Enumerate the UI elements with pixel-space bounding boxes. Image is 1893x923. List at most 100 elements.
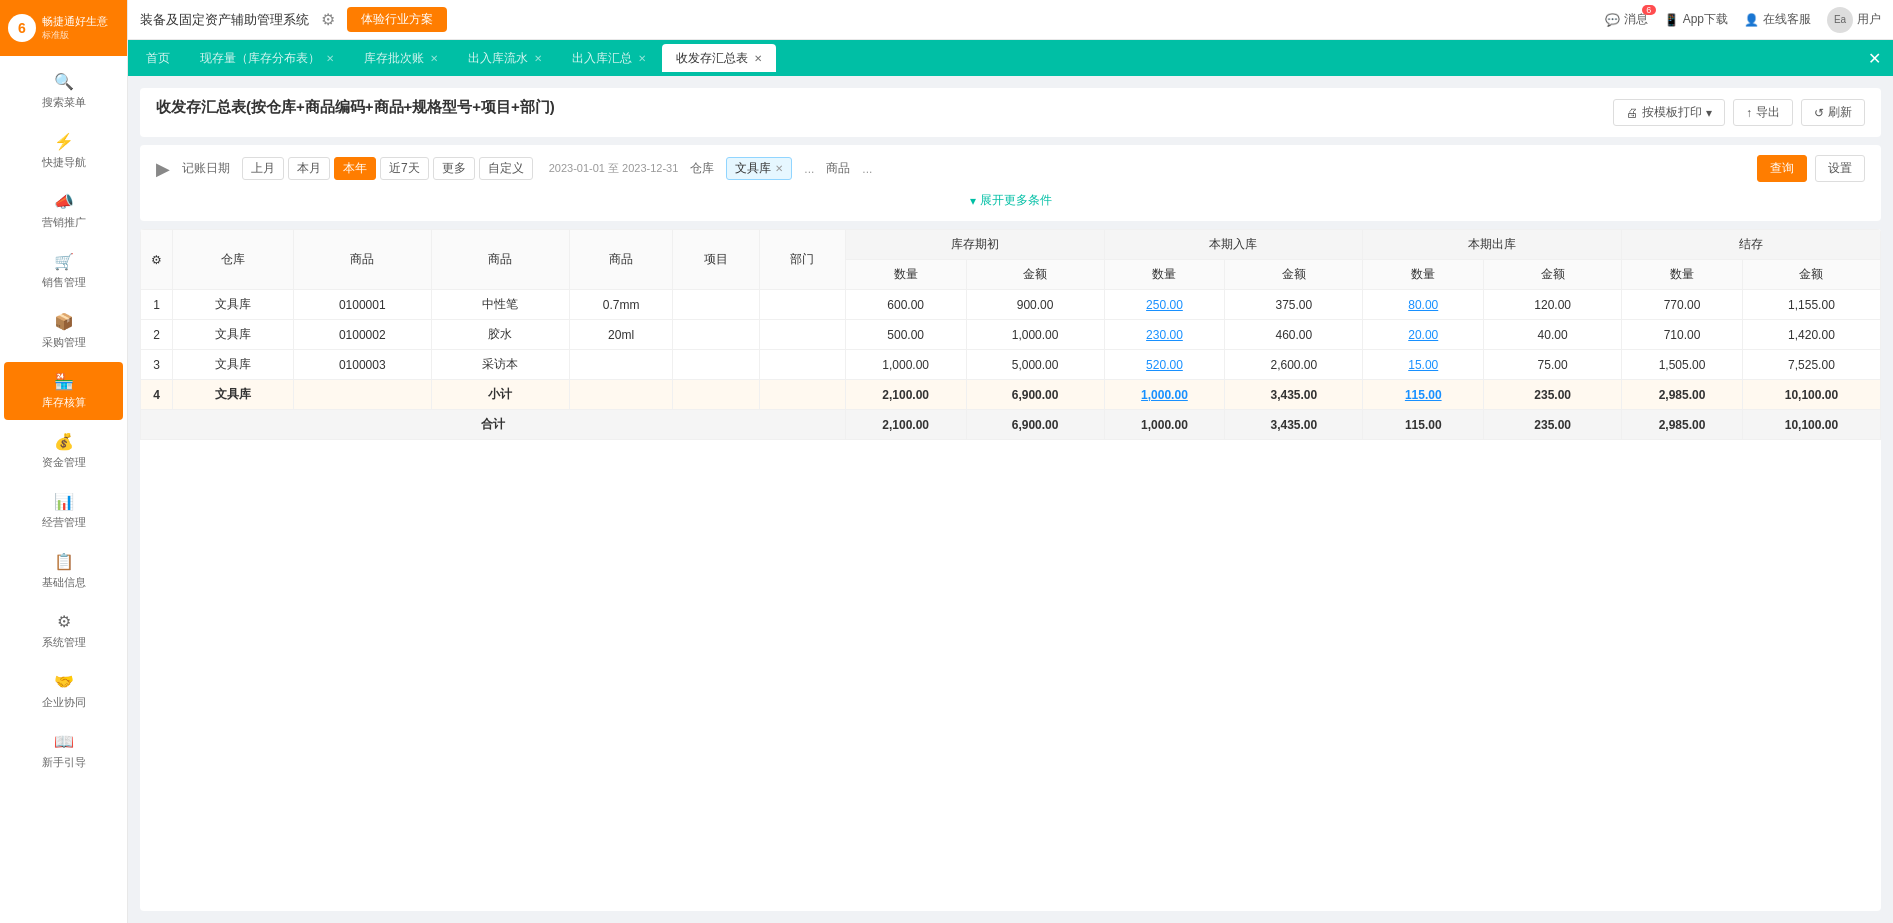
sidebar-item-9[interactable]: ⚙系统管理 <box>4 602 123 660</box>
print-button[interactable]: 🖨 按模板打印 ▾ <box>1613 99 1725 126</box>
export-button[interactable]: ↑ 导出 <box>1733 99 1793 126</box>
logo-badge: 标准版 <box>42 29 108 42</box>
tab-inout-flow[interactable]: 出入库流水 ✕ <box>454 44 556 72</box>
page-header-row: 收发存汇总表(按仓库+商品编码+商品+规格型号+项目+部门) 🖨 按模板打印 ▾… <box>140 88 1881 137</box>
sidebar-item-5[interactable]: 🏪库存核算 <box>4 362 123 420</box>
col-opening-qty: 数量 <box>845 260 966 290</box>
sidebar-item-3[interactable]: 🛒销售管理 <box>4 242 123 300</box>
export-icon: ↑ <box>1746 106 1752 120</box>
topbar: 装备及固定资产辅助管理系统 ⚙ 体验行业方案 💬 消息 6 📱 App下载 👤 … <box>128 0 1893 40</box>
warehouse-tag-close[interactable]: ✕ <box>775 163 783 174</box>
sidebar-item-1[interactable]: ⚡快捷导航 <box>4 122 123 180</box>
cell-in-qty-1[interactable]: 230.00 <box>1104 320 1225 350</box>
print-label: 按模板打印 <box>1642 104 1702 121</box>
cell-spec-2 <box>569 350 673 380</box>
cell-in-qty-0[interactable]: 250.00 <box>1104 290 1225 320</box>
cell-out-qty-1[interactable]: 20.00 <box>1363 320 1484 350</box>
date-group: 上月 本月 本年 近7天 更多 自定义 <box>242 157 533 180</box>
sidebar-item-8[interactable]: 📋基础信息 <box>4 542 123 600</box>
cell-in-qty-3[interactable]: 1,000.00 <box>1104 380 1225 410</box>
filter-expand-arrow[interactable]: ▶ <box>156 158 170 180</box>
cell-out-amt-3: 235.00 <box>1484 380 1622 410</box>
sidebar-item-7[interactable]: 📊经营管理 <box>4 482 123 540</box>
cell-project-0 <box>673 290 759 320</box>
tab-recv-send-summary[interactable]: 收发存汇总表 ✕ <box>662 44 776 72</box>
date-btn-more[interactable]: 更多 <box>433 157 475 180</box>
cell-balance-qty-0: 770.00 <box>1622 290 1743 320</box>
query-button[interactable]: 查询 <box>1757 155 1807 182</box>
app-download-label: App下载 <box>1683 11 1728 28</box>
cell-out-amt-1: 40.00 <box>1484 320 1622 350</box>
expand-icon: ▾ <box>970 194 976 208</box>
app-download-item[interactable]: 📱 App下载 <box>1664 11 1728 28</box>
col-dept-header: 部门 <box>759 230 845 290</box>
data-table: ⚙ 仓库 商品 商品 商品 项目 部门 库存期初 本期入库 本期出库 结存 数量 <box>140 229 1881 440</box>
user-item[interactable]: Ea 用户 <box>1827 7 1881 33</box>
tab-inout-flow-label: 出入库流水 <box>468 50 528 67</box>
cell-out-qty-2[interactable]: 15.00 <box>1363 350 1484 380</box>
tab-batch-label: 库存批次账 <box>364 50 424 67</box>
cell-code-2: 0100003 <box>293 350 431 380</box>
tab-inout-summary[interactable]: 出入库汇总 ✕ <box>558 44 660 72</box>
col-spec-header: 商品 <box>569 230 673 290</box>
col-in-qty: 数量 <box>1104 260 1225 290</box>
date-btn-this-year[interactable]: 本年 <box>334 157 376 180</box>
cell-name-1: 胶水 <box>431 320 569 350</box>
experience-button[interactable]: 体验行业方案 <box>347 7 447 32</box>
cell-out-qty-0[interactable]: 80.00 <box>1363 290 1484 320</box>
sidebar-item-2[interactable]: 📣营销推广 <box>4 182 123 240</box>
date-btn-7days[interactable]: 近7天 <box>380 157 429 180</box>
tab-stock-dist[interactable]: 现存量（库存分布表） ✕ <box>186 44 348 72</box>
col-opening-amt: 金额 <box>966 260 1104 290</box>
cell-project-1 <box>673 320 759 350</box>
tab-batch[interactable]: 库存批次账 ✕ <box>350 44 452 72</box>
sidebar-item-0[interactable]: 🔍搜索菜单 <box>4 62 123 120</box>
cell-in-amt-0: 375.00 <box>1225 290 1363 320</box>
tab-stock-dist-close[interactable]: ✕ <box>326 53 334 64</box>
table-area: ⚙ 仓库 商品 商品 商品 项目 部门 库存期初 本期入库 本期出库 结存 数量 <box>140 229 1881 911</box>
tab-batch-close[interactable]: ✕ <box>430 53 438 64</box>
cell-num-0: 1 <box>141 290 173 320</box>
table-footer: 合计 2,100.00 6,900.00 1,000.00 3,435.00 1… <box>141 410 1881 440</box>
goods-more[interactable]: ... <box>862 162 872 176</box>
tab-recv-send-summary-close[interactable]: ✕ <box>754 53 762 64</box>
col-project-header: 项目 <box>673 230 759 290</box>
cell-code-1: 0100002 <box>293 320 431 350</box>
sidebar-item-6[interactable]: 💰资金管理 <box>4 422 123 480</box>
footer-out-amt: 235.00 <box>1484 410 1622 440</box>
notification-count: 6 <box>1642 5 1656 15</box>
tab-inout-flow-close[interactable]: ✕ <box>534 53 542 64</box>
expand-conditions-button[interactable]: ▾ 展开更多条件 <box>962 190 1060 211</box>
tab-inout-summary-close[interactable]: ✕ <box>638 53 646 64</box>
col-out-qty: 数量 <box>1363 260 1484 290</box>
cell-opening-qty-3: 2,100.00 <box>845 380 966 410</box>
tabbar-close-icon[interactable]: ✕ <box>1860 49 1889 68</box>
sidebar-item-4[interactable]: 📦采购管理 <box>4 302 123 360</box>
sidebar-logo: 6 畅捷通好生意 标准版 <box>0 0 127 56</box>
settings-icon[interactable]: ⚙ <box>321 10 335 29</box>
print-icon: 🖨 <box>1626 106 1638 120</box>
cell-balance-amt-0: 1,155.00 <box>1742 290 1880 320</box>
notification-item[interactable]: 💬 消息 6 <box>1605 11 1648 28</box>
table-settings-col[interactable]: ⚙ <box>141 230 173 290</box>
online-service-item[interactable]: 👤 在线客服 <box>1744 11 1811 28</box>
tab-inout-summary-label: 出入库汇总 <box>572 50 632 67</box>
tab-home[interactable]: 首页 <box>132 44 184 72</box>
filter-row-2: ▾ 展开更多条件 <box>156 190 1865 211</box>
refresh-button[interactable]: ↺ 刷新 <box>1801 99 1865 126</box>
cell-name-2: 采访本 <box>431 350 569 380</box>
cell-opening-amt-0: 900.00 <box>966 290 1104 320</box>
cell-out-qty-3[interactable]: 115.00 <box>1363 380 1484 410</box>
warehouse-more[interactable]: ... <box>804 162 814 176</box>
col-code-header: 商品 <box>293 230 431 290</box>
date-btn-last-month[interactable]: 上月 <box>242 157 284 180</box>
cell-warehouse-2: 文具库 <box>173 350 294 380</box>
col-name-header: 商品 <box>431 230 569 290</box>
cell-in-qty-2[interactable]: 520.00 <box>1104 350 1225 380</box>
date-btn-this-month[interactable]: 本月 <box>288 157 330 180</box>
logo-icon: 6 <box>8 14 36 42</box>
settings-filter-button[interactable]: 设置 <box>1815 155 1865 182</box>
date-btn-custom[interactable]: 自定义 <box>479 157 533 180</box>
sidebar-item-11[interactable]: 📖新手引导 <box>4 722 123 780</box>
sidebar-item-10[interactable]: 🤝企业协同 <box>4 662 123 720</box>
